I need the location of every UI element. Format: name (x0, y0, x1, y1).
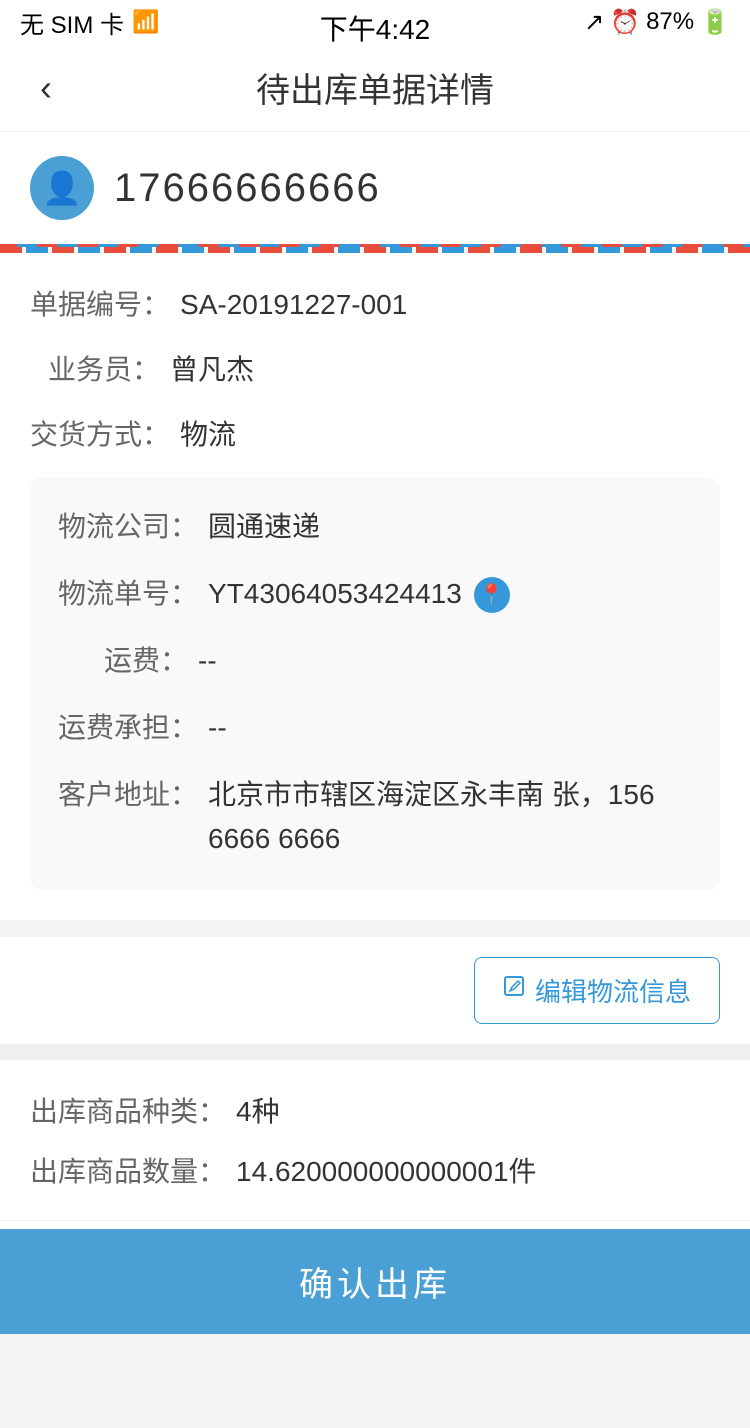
carrier-text: 无 SIM 卡 (20, 5, 124, 40)
tracking-row: 物流单号： YT43064053424413 📍 (58, 572, 692, 617)
doc-number-label: 单据编号： (30, 283, 180, 328)
status-left: 无 SIM 卡 📶 (20, 5, 159, 40)
bottom-bar[interactable]: 确认出库 (0, 1229, 750, 1334)
location-status-icon: ↗ (584, 8, 604, 37)
delivery-method-label: 交货方式： (30, 413, 180, 458)
salesperson-label: 业务员： (30, 348, 170, 393)
goods-type-row: 出库商品种类： 4种 (30, 1090, 720, 1130)
tracking-value-container: YT43064053424413 📍 (208, 572, 692, 617)
goods-type-value: 4种 (236, 1090, 720, 1130)
battery-icon: 🔋 (700, 8, 730, 37)
nav-bar: ‹ 待出库单据详情 (0, 44, 750, 132)
status-bar: 无 SIM 卡 📶 下午4:42 ↗ ⏰ 87% 🔋 (0, 0, 750, 44)
edit-icon (503, 975, 527, 1006)
logistics-company-value: 圆通速递 (208, 505, 692, 550)
address-row: 客户地址： 北京市市辖区海淀区永丰南 张，156 6666 6666 (58, 773, 692, 863)
battery-text: 87% (646, 8, 694, 36)
order-info-section: 单据编号： SA-20191227-001 业务员： 曾凡杰 交货方式： 物流 … (0, 253, 750, 920)
freight-bearer-value: -- (208, 706, 692, 751)
doc-number-value: SA-20191227-001 (180, 283, 720, 328)
delivery-method-value: 物流 (180, 413, 720, 458)
back-button[interactable]: ‹ (30, 57, 62, 119)
customer-header: 👤 17666666666 (0, 132, 750, 247)
goods-quantity-value: 14.620000000000001件 (236, 1150, 720, 1190)
freight-value: -- (198, 639, 692, 684)
freight-bearer-label: 运费承担： (58, 706, 208, 751)
wifi-icon: 📶 (132, 9, 159, 35)
avatar-icon: 👤 (42, 169, 82, 207)
edit-logistics-area: 编辑物流信息 (0, 936, 750, 1044)
confirm-button[interactable]: 确认出库 (40, 1257, 710, 1306)
delivery-method-row: 交货方式： 物流 (30, 413, 720, 458)
bottom-spacer (0, 1328, 750, 1428)
status-right: ↗ ⏰ 87% 🔋 (584, 8, 730, 37)
customer-phone: 17666666666 (114, 166, 381, 211)
goods-section: 出库商品种类： 4种 出库商品数量： 14.620000000000001件 (0, 1060, 750, 1220)
freight-bearer-row: 运费承担： -- (58, 706, 692, 751)
status-time: 下午4:42 (320, 8, 431, 48)
map-location-icon[interactable]: 📍 (474, 577, 510, 613)
logistics-company-row: 物流公司： 圆通速递 (58, 505, 692, 550)
goods-type-label: 出库商品种类： (30, 1090, 236, 1130)
edit-logistics-button[interactable]: 编辑物流信息 (474, 957, 720, 1024)
tracking-label: 物流单号： (58, 572, 208, 617)
alarm-icon: ⏰ (610, 8, 640, 37)
section-separator (0, 1044, 750, 1060)
logistics-company-label: 物流公司： (58, 505, 208, 550)
salesperson-value: 曾凡杰 (170, 348, 720, 393)
page-title: 待出库单据详情 (256, 63, 494, 112)
logistics-card: 物流公司： 圆通速递 物流单号： YT43064053424413 📍 运费： … (30, 477, 720, 890)
address-label: 客户地址： (58, 773, 208, 818)
tracking-number: YT43064053424413 (208, 572, 462, 617)
doc-number-row: 单据编号： SA-20191227-001 (30, 283, 720, 328)
goods-quantity-row: 出库商品数量： 14.620000000000001件 (30, 1150, 720, 1190)
freight-label: 运费： (58, 639, 198, 684)
salesperson-row: 业务员： 曾凡杰 (30, 348, 720, 393)
address-value: 北京市市辖区海淀区永丰南 张，156 6666 6666 (208, 773, 692, 863)
edit-logistics-label: 编辑物流信息 (535, 972, 691, 1009)
goods-quantity-label: 出库商品数量： (30, 1150, 236, 1190)
freight-row: 运费： -- (58, 639, 692, 684)
avatar: 👤 (30, 156, 94, 220)
